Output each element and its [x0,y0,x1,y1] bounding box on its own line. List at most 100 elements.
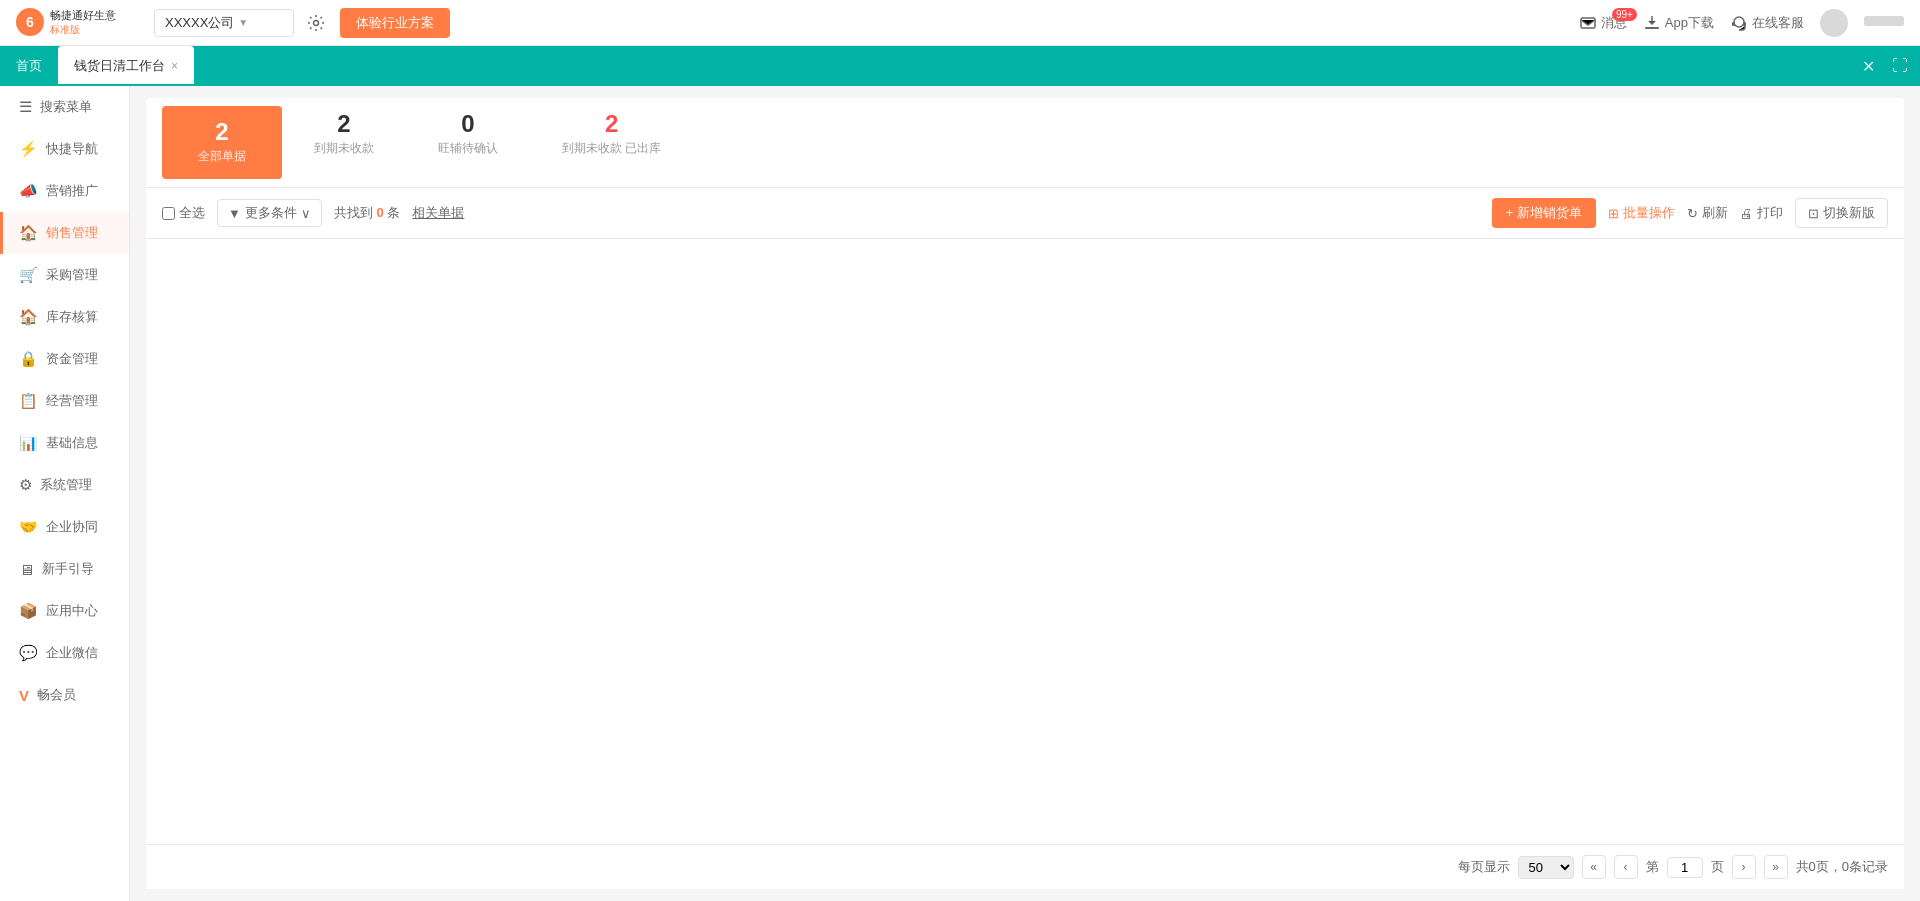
sidebar-item-wechat[interactable]: 💬 企业微信 [0,632,129,674]
sidebar-item-operation[interactable]: 📋 经营管理 [0,380,129,422]
stat-tab-overdue[interactable]: 2 到期未收款 [282,98,406,187]
next-page-button[interactable]: › [1732,855,1756,879]
sidebar-item-marketing[interactable]: 📣 营销推广 [0,170,129,212]
page-number-input[interactable]: 1 [1667,857,1703,878]
sidebar-item-enterprise[interactable]: 🤝 企业协同 [0,506,129,548]
sidebar-item-finance[interactable]: 🔒 资金管理 [0,338,129,380]
logo-badge: 标准版 [50,23,116,37]
logo-text: 畅捷通好生意 [50,8,116,22]
sidebar-item-sales[interactable]: 🏠 销售管理 [0,212,129,254]
per-page-label: 每页显示 [1458,858,1510,876]
sidebar-item-member[interactable]: V 畅会员 [0,674,129,716]
online-service-button[interactable]: 在线客服 [1730,14,1804,32]
svg-point-0 [314,20,319,25]
toolbar-right: + 新增销货单 ⊞ 批量操作 ↻ 刷新 🖨 打印 ⊡ 切换新版 [1492,198,1888,228]
sidebar-item-label-guide: 新手引导 [42,560,94,578]
stats-tabs: 2 全部单据 2 到期未收款 0 旺辅待确认 2 到期未收款 已出库 [146,98,1904,188]
download-icon [1643,14,1661,32]
print-icon: 🖨 [1740,206,1753,221]
stat-overdue-label: 到期未收款 [314,140,374,157]
stat-overdue-shipped-count: 2 [605,110,618,138]
sidebar: ☰ 搜索菜单 ⚡ 快捷导航 📣 营销推广 🏠 销售管理 🛒 采购管理 🏠 库存核… [0,86,130,901]
more-filters-button[interactable]: ▼ 更多条件 ∨ [217,199,322,227]
select-all-checkbox[interactable]: 全选 [162,204,205,222]
message-icon [1579,14,1597,32]
stat-overdue-shipped-label: 到期未收款 已出库 [562,140,661,157]
user-name [1864,14,1904,31]
user-name-text [1864,14,1904,28]
company-selector[interactable]: XXXXX公司 ▼ [154,9,294,37]
sidebar-item-label-wechat: 企业微信 [46,644,98,662]
sidebar-item-label-sales: 销售管理 [46,224,98,242]
last-page-button[interactable]: » [1764,855,1788,879]
company-name: XXXXX公司 [165,14,234,32]
tab-nav-actions: ✕ ⛶ [1856,54,1920,78]
content-area: 2 全部单据 2 到期未收款 0 旺辅待确认 2 到期未收款 已出库 全选 [130,86,1920,901]
sidebar-item-purchase[interactable]: 🛒 采购管理 [0,254,129,296]
sales-icon: 🏠 [19,224,38,242]
operation-icon: 📋 [19,392,38,410]
guide-icon: 🖥 [19,561,34,578]
stat-all-label: 全部单据 [198,148,246,165]
app-download-button[interactable]: App下载 [1643,14,1714,32]
toolbar: 全选 ▼ 更多条件 ∨ 共找到 0 条 相关单据 + 新增销货单 ⊞ 批量操作 [146,188,1904,239]
sidebar-item-quick-nav[interactable]: ⚡ 快捷导航 [0,128,129,170]
sidebar-item-label-search: 搜索菜单 [40,98,92,116]
print-button[interactable]: 🖨 打印 [1740,204,1783,222]
sidebar-item-search-menu[interactable]: ☰ 搜索菜单 [0,86,129,128]
sidebar-item-label-finance: 资金管理 [46,350,98,368]
stat-tab-overdue-shipped[interactable]: 2 到期未收款 已出库 [530,98,693,187]
stat-overdue-count: 2 [337,110,350,138]
new-version-button[interactable]: ⊡ 切换新版 [1795,198,1888,228]
enterprise-icon: 🤝 [19,518,38,536]
filter-label: 更多条件 [245,204,297,222]
stat-tab-all[interactable]: 2 全部单据 [162,106,282,179]
found-count: 0 [377,205,384,220]
settings-button[interactable] [302,9,330,37]
batch-label: 批量操作 [1623,204,1675,222]
svg-rect-4 [1732,22,1735,26]
found-text: 共找到 0 条 [334,204,400,222]
tab-expand-button[interactable]: ⛶ [1888,54,1912,78]
total-records: 共0页，0条记录 [1796,858,1888,876]
refresh-button[interactable]: ↻ 刷新 [1687,204,1728,222]
stat-wangwang-count: 0 [461,110,474,138]
sidebar-item-inventory[interactable]: 🏠 库存核算 [0,296,129,338]
tab-close-icon[interactable]: × [171,59,178,73]
tab-workbench[interactable]: 钱货日清工作台 × [58,46,194,86]
batch-operations-button[interactable]: ⊞ 批量操作 [1608,204,1675,222]
sidebar-item-app-center[interactable]: 📦 应用中心 [0,590,129,632]
batch-icon: ⊞ [1608,206,1619,221]
per-page-select[interactable]: 50 100 200 [1518,856,1574,879]
tab-workbench-label: 钱货日清工作台 [74,57,165,75]
tab-close-window-button[interactable]: ✕ [1856,54,1880,78]
logo-icon: 6 [16,8,44,36]
related-label[interactable]: 相关单据 [412,204,464,222]
new-version-label: 切换新版 [1823,204,1875,222]
purchase-icon: 🛒 [19,266,38,284]
experience-button[interactable]: 体验行业方案 [340,8,450,38]
filter-arrow-icon: ∨ [301,206,311,221]
select-all-input[interactable] [162,207,175,220]
logo-area: 6 畅捷通好生意 标准版 [16,8,146,36]
svg-point-3 [1734,17,1744,27]
prev-page-button[interactable]: ‹ [1614,855,1638,879]
avatar [1820,9,1848,37]
sidebar-item-label-marketing: 营销推广 [46,182,98,200]
svg-rect-6 [1864,16,1904,26]
quick-nav-icon: ⚡ [19,140,38,158]
new-version-icon: ⊡ [1808,206,1819,221]
system-icon: ⚙ [19,476,32,494]
sidebar-item-label-purchase: 采购管理 [46,266,98,284]
refresh-icon: ↻ [1687,206,1698,221]
sidebar-item-basic-info[interactable]: 📊 基础信息 [0,422,129,464]
add-sales-order-button[interactable]: + 新增销货单 [1492,198,1596,228]
member-icon: V [19,687,29,704]
message-button[interactable]: 消息 99+ [1579,14,1627,32]
sidebar-item-guide[interactable]: 🖥 新手引导 [0,548,129,590]
tab-home[interactable]: 首页 [0,46,58,86]
first-page-button[interactable]: « [1582,855,1606,879]
sidebar-item-label-member: 畅会员 [37,686,76,704]
sidebar-item-system[interactable]: ⚙ 系统管理 [0,464,129,506]
stat-tab-wangwang[interactable]: 0 旺辅待确认 [406,98,530,187]
